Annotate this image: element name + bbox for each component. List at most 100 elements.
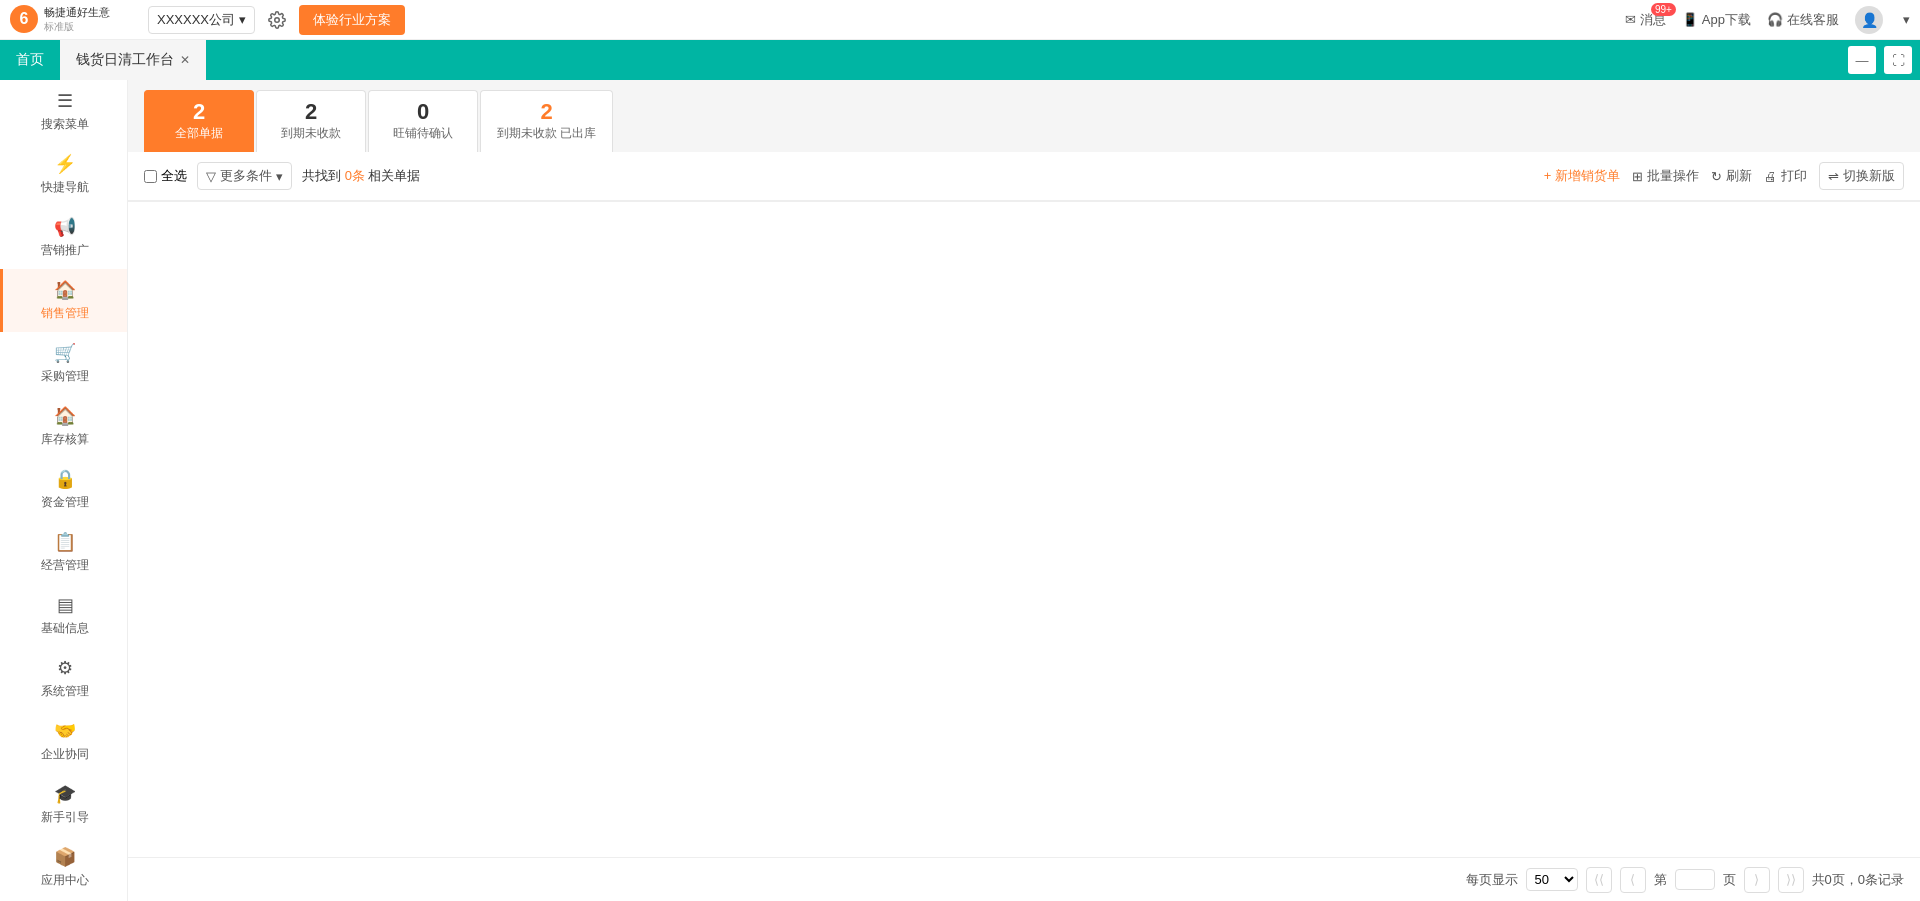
tab-home[interactable]: 首页 xyxy=(0,40,60,80)
logo-badge: 标准版 xyxy=(44,20,110,34)
minimize-button[interactable]: — xyxy=(1848,46,1876,74)
sidebar-item-nav[interactable]: ⚡ 快捷导航 xyxy=(0,143,127,206)
per-page-select[interactable]: 50 10 20 100 xyxy=(1526,868,1578,891)
found-count: 0条 xyxy=(345,168,365,183)
select-all-label: 全选 xyxy=(161,167,187,185)
messages-button[interactable]: ✉ 消息 99+ xyxy=(1625,11,1666,29)
top-header: 6 畅捷通好生意 标准版 XXXXXX公司 ▾ 体验行业方案 ✉ 消息 99+ … xyxy=(0,0,1920,40)
sidebar-item-stock[interactable]: 🏠 库存核算 xyxy=(0,395,127,458)
sidebar-label-purchase: 采购管理 xyxy=(41,368,89,385)
print-label: 打印 xyxy=(1781,167,1807,185)
switch-version-button[interactable]: ⇌ 切换新版 xyxy=(1819,162,1904,190)
sidebar-label-marketing: 营销推广 xyxy=(41,242,89,259)
sidebar-item-operation[interactable]: 📋 经营管理 xyxy=(0,521,127,584)
marketing-icon: 📢 xyxy=(54,216,76,238)
refresh-icon: ↻ xyxy=(1711,169,1722,184)
content-area: 2 全部单据 2 到期未收款 0 旺铺待确认 2 到期未收款 已出库 全选 xyxy=(128,80,1920,901)
select-all-checkbox[interactable]: 全选 xyxy=(144,167,187,185)
sub-tab-overdue[interactable]: 2 到期未收款 xyxy=(256,90,366,152)
batch-operation-button[interactable]: ⊞ 批量操作 xyxy=(1632,167,1699,185)
online-service-button[interactable]: 🎧 在线客服 xyxy=(1767,11,1839,29)
header-right: ✉ 消息 99+ 📱 App下载 🎧 在线客服 👤 ▾ xyxy=(1625,6,1910,34)
first-page-button[interactable]: ⟨⟨ xyxy=(1586,867,1612,893)
sub-tab-overdue-label: 到期未收款 xyxy=(281,125,341,142)
search-icon: ☰ xyxy=(57,90,73,112)
main-layout: ☰ 搜索菜单 ⚡ 快捷导航 📢 营销推广 🏠 销售管理 🛒 采购管理 🏠 库存核… xyxy=(0,80,1920,901)
sidebar-item-purchase[interactable]: 🛒 采购管理 xyxy=(0,332,127,395)
operation-icon: 📋 xyxy=(54,531,76,553)
logo-icon: 6 xyxy=(10,5,38,33)
switch-icon: ⇌ xyxy=(1828,169,1839,184)
sales-icon: 🏠 xyxy=(54,279,76,301)
app-download-button[interactable]: 📱 App下载 xyxy=(1682,11,1751,29)
sidebar: ☰ 搜索菜单 ⚡ 快捷导航 📢 营销推广 🏠 销售管理 🛒 采购管理 🏠 库存核… xyxy=(0,80,128,901)
sub-tab-all-count: 2 xyxy=(193,101,205,123)
sidebar-label-app: 应用中心 xyxy=(41,872,89,889)
page-label: 第 xyxy=(1654,871,1667,889)
filter-button[interactable]: ▽ 更多条件 ▾ xyxy=(197,162,292,190)
sidebar-label-sales: 销售管理 xyxy=(41,305,89,322)
chevron-down-icon: ▾ xyxy=(276,169,283,184)
found-prefix: 共找到 xyxy=(302,168,341,183)
messages-badge: 99+ xyxy=(1651,3,1676,16)
finance-icon: 🔒 xyxy=(54,468,76,490)
filter-icon: ▽ xyxy=(206,169,216,184)
sub-tab-all-label: 全部单据 xyxy=(175,125,223,142)
company-name: XXXXXX公司 xyxy=(157,11,235,29)
logo-text: 畅捷通好生意 xyxy=(44,5,110,19)
filter-label: 更多条件 xyxy=(220,167,272,185)
nav-tabs: 首页 钱货日清工作台 ✕ — ⛶ xyxy=(0,40,1920,80)
try-industry-button[interactable]: 体验行业方案 xyxy=(299,5,405,35)
sidebar-item-finance[interactable]: 🔒 资金管理 xyxy=(0,458,127,521)
sub-tab-all[interactable]: 2 全部单据 xyxy=(144,90,254,152)
toolbar: 全选 ▽ 更多条件 ▾ 共找到 0条 相关单据 + 新增销货单 ⊞ 批量操作 ↻ xyxy=(128,152,1920,201)
sidebar-item-app[interactable]: 📦 应用中心 xyxy=(0,836,127,899)
company-selector[interactable]: XXXXXX公司 ▾ xyxy=(148,6,255,34)
tab-close-icon[interactable]: ✕ xyxy=(180,53,190,67)
avatar[interactable]: 👤 xyxy=(1855,6,1883,34)
basic-icon: ▤ xyxy=(57,594,74,616)
select-all-input[interactable] xyxy=(144,170,157,183)
tab-workbench[interactable]: 钱货日清工作台 ✕ xyxy=(60,40,206,80)
sidebar-item-system[interactable]: ⚙ 系统管理 xyxy=(0,647,127,710)
sidebar-item-sales[interactable]: 🏠 销售管理 xyxy=(0,269,127,332)
sub-tab-shipped[interactable]: 2 到期未收款 已出库 xyxy=(480,90,613,152)
maximize-button[interactable]: ⛶ xyxy=(1884,46,1912,74)
add-sales-order-button[interactable]: + 新增销货单 xyxy=(1544,167,1620,185)
sidebar-item-guide[interactable]: 🎓 新手引导 xyxy=(0,773,127,836)
settings-button[interactable] xyxy=(263,6,291,34)
next-page-button[interactable]: ⟩ xyxy=(1744,867,1770,893)
sub-tab-wangpu-count: 0 xyxy=(417,101,429,123)
last-page-button[interactable]: ⟩⟩ xyxy=(1778,867,1804,893)
user-name[interactable]: ▾ xyxy=(1899,12,1910,27)
sidebar-item-search[interactable]: ☰ 搜索菜单 xyxy=(0,80,127,143)
sidebar-item-basic[interactable]: ▤ 基础信息 xyxy=(0,584,127,647)
sub-tab-shipped-count: 2 xyxy=(541,101,553,123)
sidebar-label-stock: 库存核算 xyxy=(41,431,89,448)
app-center-icon: 📦 xyxy=(54,846,76,868)
page-label2: 页 xyxy=(1723,871,1736,889)
sub-tab-wangpu-label: 旺铺待确认 xyxy=(393,125,453,142)
found-suffix: 相关单据 xyxy=(368,168,420,183)
refresh-button[interactable]: ↻ 刷新 xyxy=(1711,167,1752,185)
sidebar-item-marketing[interactable]: 📢 营销推广 xyxy=(0,206,127,269)
online-service-label: 在线客服 xyxy=(1787,11,1839,29)
print-icon: 🖨 xyxy=(1764,169,1777,184)
logo-area: 6 畅捷通好生意 标准版 xyxy=(10,5,138,33)
sub-tab-wangpu[interactable]: 0 旺铺待确认 xyxy=(368,90,478,152)
purchase-icon: 🛒 xyxy=(54,342,76,364)
home-tab-label: 首页 xyxy=(16,51,44,69)
sidebar-label-search: 搜索菜单 xyxy=(41,116,89,133)
prev-page-button[interactable]: ⟨ xyxy=(1620,867,1646,893)
guide-icon: 🎓 xyxy=(54,783,76,805)
per-page-label: 每页显示 xyxy=(1466,871,1518,889)
cooperate-icon: 🤝 xyxy=(54,720,76,742)
total-label: 共0页，0条记录 xyxy=(1812,871,1904,889)
batch-icon: ⊞ xyxy=(1632,169,1643,184)
sidebar-item-cooperate[interactable]: 🤝 企业协同 xyxy=(0,710,127,773)
page-input[interactable]: 1 xyxy=(1675,869,1715,890)
print-button[interactable]: 🖨 打印 xyxy=(1764,167,1807,185)
sidebar-label-basic: 基础信息 xyxy=(41,620,89,637)
sub-tab-overdue-count: 2 xyxy=(305,101,317,123)
nav-right-controls: — ⛶ xyxy=(1848,40,1920,80)
